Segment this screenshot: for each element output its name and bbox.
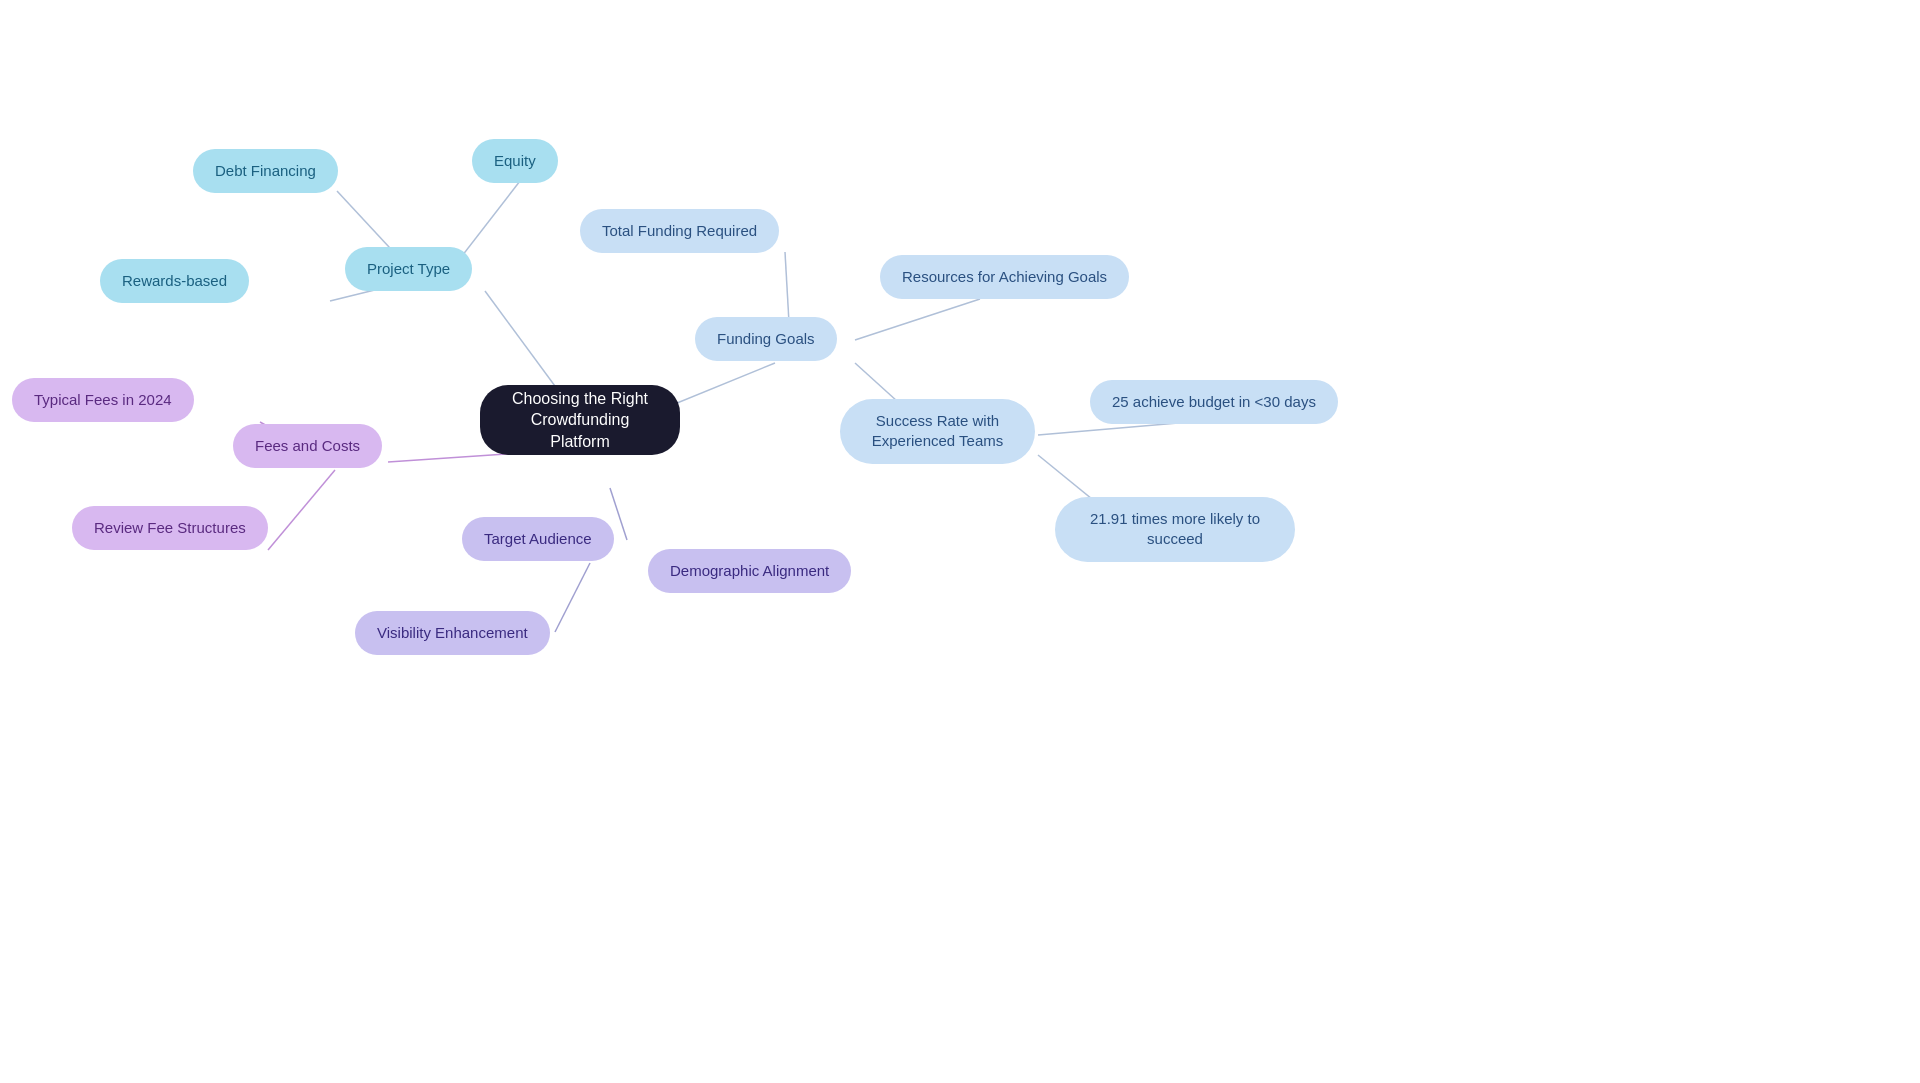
funding-goals-node: Funding Goals [695,317,837,361]
svg-line-6 [268,470,335,550]
achieve-budget-node: 25 achieve budget in <30 days [1090,380,1338,424]
debt-financing-node: Debt Financing [193,149,338,193]
resources-node: Resources for Achieving Goals [880,255,1129,299]
times-more-node: 21.91 times more likely to succeed [1055,497,1295,562]
svg-line-12 [855,299,980,340]
rewards-based-node: Rewards-based [100,259,249,303]
demographic-node: Demographic Alignment [648,549,851,593]
target-audience-node: Target Audience [462,517,614,561]
total-funding-node: Total Funding Required [580,209,779,253]
project-type-node: Project Type [345,247,472,291]
svg-line-8 [555,563,590,632]
success-rate-node: Success Rate with Experienced Teams [840,399,1035,464]
typical-fees-node: Typical Fees in 2024 [12,378,194,422]
center-node: Choosing the Right Crowdfunding Platform [480,385,680,455]
review-fee-node: Review Fee Structures [72,506,268,550]
equity-node: Equity [472,139,558,183]
fees-costs-node: Fees and Costs [233,424,382,468]
visibility-node: Visibility Enhancement [355,611,550,655]
